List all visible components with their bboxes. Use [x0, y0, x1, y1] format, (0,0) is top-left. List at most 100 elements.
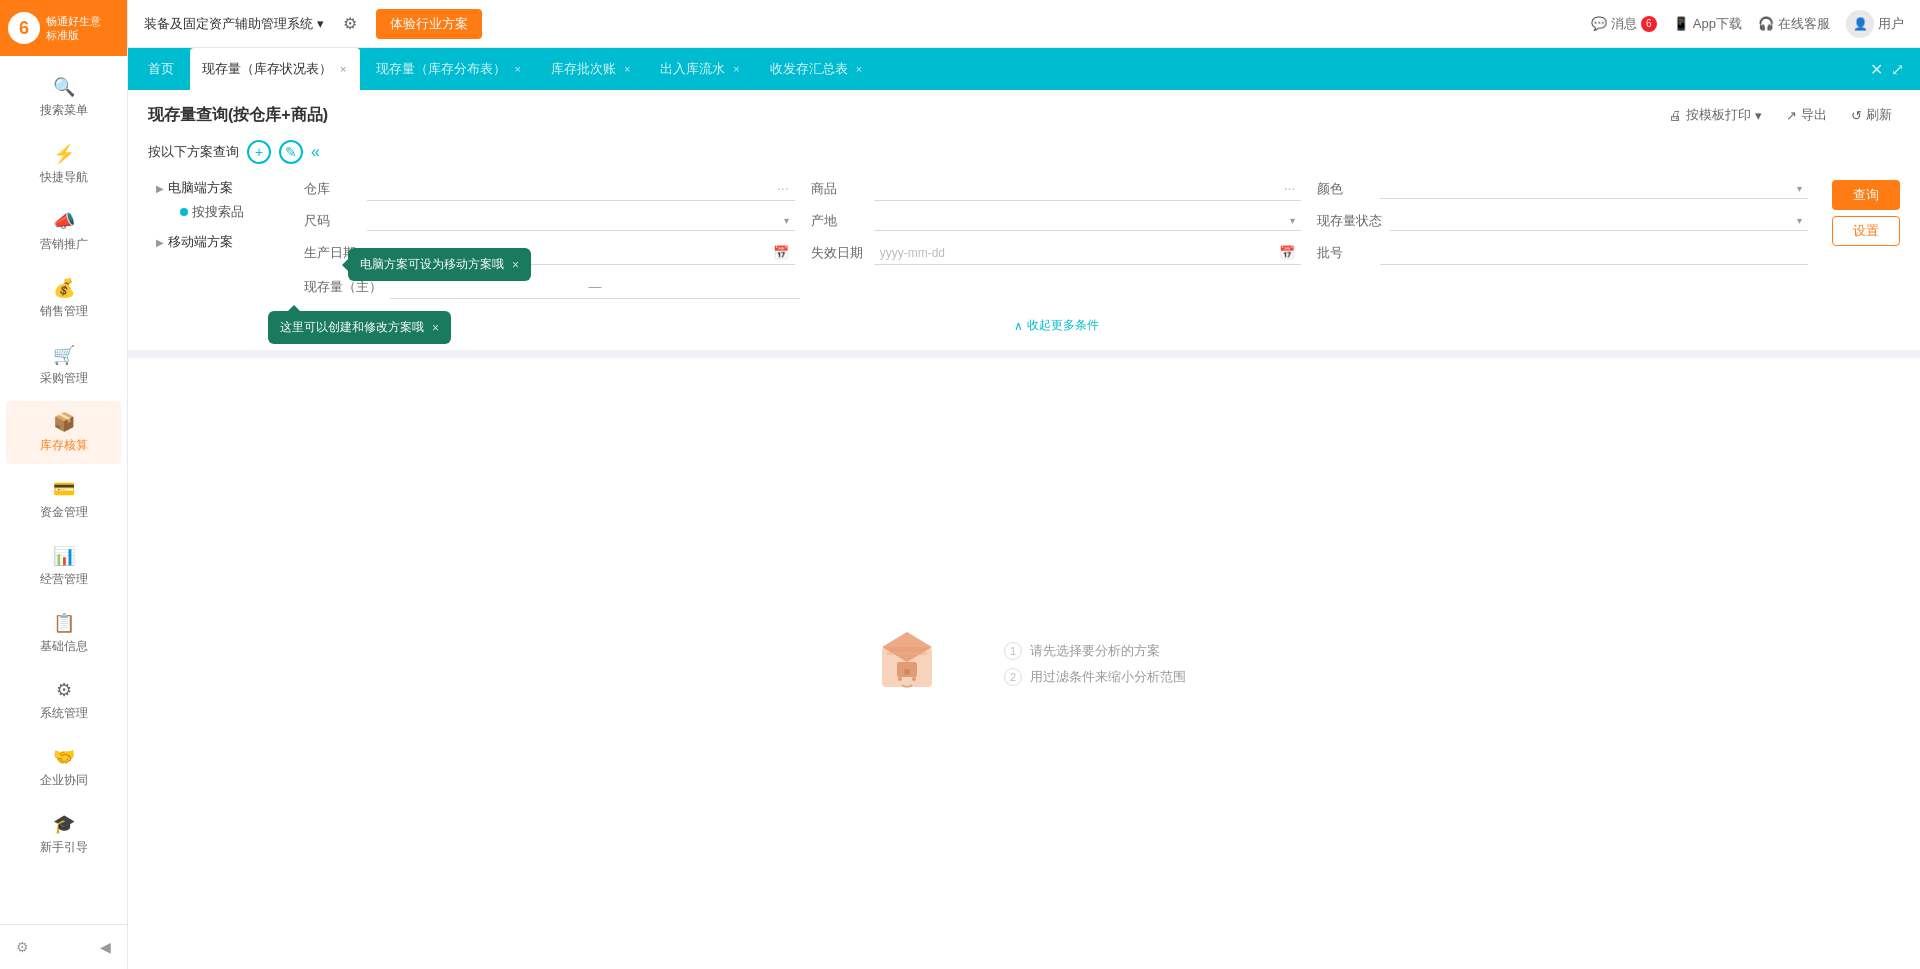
message-btn[interactable]: 💬 消息 6 [1591, 15, 1657, 33]
system-name-selector[interactable]: 装备及固定资产辅助管理系统 ▾ [144, 15, 324, 33]
reset-btn[interactable]: 设置 [1832, 216, 1900, 246]
tab-home[interactable]: 首页 [136, 48, 186, 90]
logo-text: 畅通好生意 标准版 [46, 14, 101, 43]
tab-batch-ledger[interactable]: 库存批次账 × [539, 48, 644, 90]
sidebar-item-base-info[interactable]: 📋 基础信息 [6, 602, 121, 665]
scheme-tree: ▶ 电脑端方案 按搜索品 ▶ 移动端方案 [148, 176, 288, 338]
tab-close-icon[interactable]: × [338, 61, 348, 77]
user-menu[interactable]: 👤 用户 [1846, 10, 1904, 38]
collapse-scheme-btn[interactable]: « [311, 143, 320, 161]
sidebar-item-system[interactable]: ⚙ 系统管理 [6, 669, 121, 732]
edit-scheme-btn[interactable]: ✎ [279, 140, 303, 164]
svg-rect-4 [887, 652, 927, 655]
topbar-right: 💬 消息 6 📱 App下载 🎧 在线客服 👤 用户 [1591, 10, 1904, 38]
sidebar-item-finance[interactable]: 💳 资金管理 [6, 468, 121, 531]
sidebar-item-guide[interactable]: 🎓 新手引导 [6, 803, 121, 866]
origin-label: 产地 [811, 212, 866, 230]
filter-exp-date: 失效日期 yyyy-mm-dd 📅 [811, 241, 1302, 265]
filter-action-buttons: 查询 设置 [1832, 176, 1900, 338]
online-service-label: 在线客服 [1778, 15, 1830, 33]
filter-row-2: 尺码 ▾ 产地 ▾ [304, 211, 1808, 231]
query-btn[interactable]: 查询 [1832, 180, 1900, 210]
sidebar-item-inventory[interactable]: 📦 库存核算 [6, 401, 121, 464]
stock-status-dropdown-icon: ▾ [1797, 215, 1802, 226]
tab-close-icon[interactable]: × [512, 61, 522, 77]
tab-stock-status[interactable]: 现存量（库存状况表） × [190, 48, 360, 90]
finance-icon: 💳 [53, 478, 75, 500]
tab-in-out-flow[interactable]: 出入库流水 × [648, 48, 753, 90]
goods-select[interactable]: ··· [874, 176, 1302, 201]
batch-no-input[interactable] [1380, 241, 1808, 265]
filter-collapse-btn[interactable]: ∧ 收起更多条件 [304, 309, 1808, 338]
tab-label: 现存量（库存状况表） [202, 60, 332, 78]
calendar-icon-2[interactable]: 📅 [1279, 245, 1295, 260]
origin-dropdown-icon: ▾ [1290, 215, 1295, 226]
scheme-desktop[interactable]: ▶ 电脑端方案 [156, 176, 288, 200]
tooltip-desktop-close[interactable]: × [512, 258, 519, 272]
sidebar-item-label: 销售管理 [40, 303, 88, 320]
filter-color: 颜色 ▾ [1317, 179, 1808, 199]
empty-state: 1 请先选择要分析的方案 2 用过滤条件来缩小分析范围 [862, 617, 1186, 710]
filter-header: 按以下方案查询 + ✎ « [148, 140, 1900, 164]
origin-select[interactable]: ▾ [874, 211, 1302, 231]
tabbar: 首页 现存量（库存状况表） × 现存量（库存分布表） × 库存批次账 × 出入库… [128, 48, 1920, 90]
sidebar-item-label: 企业协同 [40, 772, 88, 789]
topbar-settings-btn[interactable]: ⚙ [336, 10, 364, 38]
stock-qty-max[interactable] [606, 275, 801, 298]
filter-stock-status: 现存量状态 ▾ [1317, 211, 1808, 231]
app-download-btn[interactable]: 📱 App下载 [1673, 15, 1742, 33]
exp-date-start[interactable]: yyyy-mm-dd 📅 [874, 241, 1302, 265]
message-label: 消息 [1611, 15, 1637, 33]
sidebar-item-enterprise[interactable]: 🤝 企业协同 [6, 736, 121, 799]
tab-label: 收发存汇总表 [770, 60, 848, 78]
scheme-mobile[interactable]: ▶ 移动端方案 [156, 230, 288, 254]
tab-stock-dist[interactable]: 现存量（库存分布表） × [364, 48, 534, 90]
main-content: 1 请先选择要分析的方案 2 用过滤条件来缩小分析范围 [128, 358, 1920, 969]
content: 现存量查询(按仓库+商品) 🖨 按模板打印 ▾ ↗ 导出 ↺ 刷新 [128, 90, 1920, 969]
tab-receive-summary[interactable]: 收发存汇总表 × [758, 48, 876, 90]
print-template-btn[interactable]: 🖨 按模板打印 ▾ [1661, 102, 1770, 128]
sidebar-settings-btn[interactable]: ⚙ [8, 933, 36, 961]
printer-icon: 🖨 [1669, 108, 1682, 123]
export-btn[interactable]: ↗ 导出 [1778, 102, 1835, 128]
tooltip-create-close[interactable]: × [432, 321, 439, 335]
trial-btn[interactable]: 体验行业方案 [376, 9, 482, 39]
goods-dots-icon[interactable]: ··· [1284, 180, 1296, 196]
sidebar-item-quick-nav[interactable]: ⚡ 快捷导航 [6, 133, 121, 196]
marketing-icon: 📣 [53, 210, 75, 232]
scheme-search-item[interactable]: 按搜索品 [156, 200, 288, 224]
sidebar-bottom: ⚙ ◀ [0, 924, 127, 969]
logo-icon: 6 [8, 12, 40, 44]
warehouse-select[interactable]: ··· [367, 176, 795, 201]
sidebar-item-sales[interactable]: 💰 销售管理 [6, 267, 121, 330]
color-select[interactable]: ▾ [1380, 179, 1808, 199]
chevron-up-icon: ∧ [1014, 319, 1023, 333]
topbar: 装备及固定资产辅助管理系统 ▾ ⚙ 体验行业方案 💬 消息 6 📱 App下载 … [128, 0, 1920, 48]
sidebar-item-search[interactable]: 🔍 搜索菜单 [6, 66, 121, 129]
add-scheme-btn[interactable]: + [247, 140, 271, 164]
filter-label: 按以下方案查询 [148, 143, 239, 161]
sidebar-item-operations[interactable]: 📊 经营管理 [6, 535, 121, 598]
sidebar-collapse-btn[interactable]: ◀ [91, 933, 119, 961]
tab-close-icon[interactable]: × [854, 61, 864, 77]
main-area: 装备及固定资产辅助管理系统 ▾ ⚙ 体验行业方案 💬 消息 6 📱 App下载 … [128, 0, 1920, 969]
filter-goods: 商品 ··· [811, 176, 1302, 201]
tab-close-icon[interactable]: × [731, 61, 741, 77]
tab-close-icon[interactable]: × [622, 61, 632, 77]
refresh-btn[interactable]: ↺ 刷新 [1843, 102, 1900, 128]
exp-date-label: 失效日期 [811, 244, 866, 262]
sidebar-item-purchase[interactable]: 🛒 采购管理 [6, 334, 121, 397]
tip-num-1: 1 [1004, 642, 1022, 660]
warehouse-dots-icon[interactable]: ··· [777, 180, 789, 196]
tab-label: 出入库流水 [660, 60, 725, 78]
size-select[interactable]: ▾ [367, 211, 795, 231]
calendar-icon[interactable]: 📅 [773, 245, 789, 260]
tabbar-close-icon[interactable]: ✕ [1870, 60, 1883, 79]
scheme-dot-icon [180, 208, 188, 216]
tabbar-maximize-icon[interactable]: ⤢ [1891, 60, 1904, 79]
empty-tips: 1 请先选择要分析的方案 2 用过滤条件来缩小分析范围 [1004, 642, 1186, 686]
online-service-btn[interactable]: 🎧 在线客服 [1758, 15, 1830, 33]
sidebar-item-marketing[interactable]: 📣 营销推广 [6, 200, 121, 263]
stock-status-select[interactable]: ▾ [1390, 211, 1808, 231]
system-dropdown-icon: ▾ [317, 16, 324, 31]
